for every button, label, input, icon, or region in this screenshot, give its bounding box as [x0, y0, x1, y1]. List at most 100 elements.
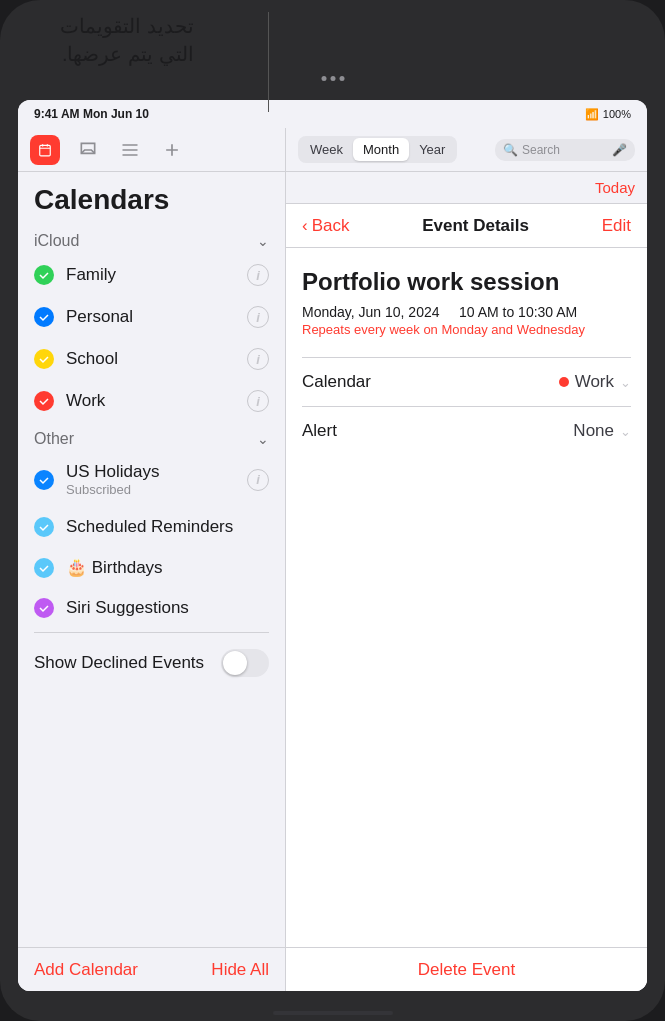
add-calendar-button[interactable]: Add Calendar [34, 960, 138, 980]
calendar-body: Wed 12 Thu 13 Fri 14 [286, 204, 647, 991]
add-icon[interactable] [158, 136, 186, 164]
school-info-btn[interactable]: i [247, 348, 269, 370]
delete-event-button[interactable]: Delete Event [418, 960, 515, 980]
calendar-chevron: ⌄ [620, 375, 631, 390]
calendar-item-us-holidays[interactable]: US Holidays Subscribed i [18, 452, 285, 507]
calendar-item-family[interactable]: Family i [18, 254, 285, 296]
calendar-item-work[interactable]: Work i [18, 380, 285, 422]
siri-name: Siri Suggestions [66, 598, 269, 618]
today-button[interactable]: Today [595, 179, 635, 196]
event-detail-bottom-bar: Delete Event [286, 947, 647, 991]
alert-chevron: ⌄ [620, 424, 631, 439]
tab-week[interactable]: Week [300, 138, 353, 161]
us-holidays-info-btn[interactable]: i [247, 469, 269, 491]
birthdays-dot [34, 558, 54, 578]
svg-rect-0 [40, 145, 51, 156]
calendar-row-label: Calendar [302, 372, 371, 392]
us-holidays-name: US Holidays [66, 462, 247, 482]
us-holidays-dot [34, 470, 54, 490]
mic-icon[interactable]: 🎤 [612, 143, 627, 157]
edit-button[interactable]: Edit [602, 216, 631, 236]
ipad-screen: 9:41 AM Mon Jun 10 📶 100% [18, 100, 647, 991]
school-dot [34, 349, 54, 369]
calendar-value: Work [575, 372, 614, 392]
status-time: 9:41 AM Mon Jun 10 [34, 107, 149, 121]
other-section-header[interactable]: Other ⌄ [18, 422, 285, 452]
inbox-icon[interactable] [74, 136, 102, 164]
event-detail-title: Event Details [422, 216, 529, 236]
other-label: Other [34, 430, 74, 448]
personal-dot [34, 307, 54, 327]
today-bar: Today [286, 172, 647, 204]
calendar-icon-button[interactable] [30, 135, 60, 165]
alert-value: None [573, 421, 614, 441]
personal-info-btn[interactable]: i [247, 306, 269, 328]
icloud-label: iCloud [34, 232, 79, 250]
show-declined-row: Show Declined Events [18, 637, 285, 689]
back-chevron-icon: ‹ [302, 216, 308, 236]
event-repeat: Repeats every week on Monday and Wednesd… [302, 322, 631, 337]
personal-name: Personal [66, 307, 247, 327]
tab-year[interactable]: Year [409, 138, 455, 161]
alert-row-value[interactable]: None ⌄ [573, 421, 631, 441]
school-name: School [66, 349, 247, 369]
back-label: Back [312, 216, 350, 236]
main-area: Calendars iCloud ⌄ Family i [18, 128, 647, 991]
view-tabs: Week Month Year [298, 136, 457, 163]
home-indicator [273, 1011, 393, 1015]
icloud-section-header[interactable]: iCloud ⌄ [18, 224, 285, 254]
event-detail-body: Portfolio work session Monday, Jun 10, 2… [286, 248, 647, 947]
calendar-item-school[interactable]: School i [18, 338, 285, 380]
calendar-toolbar: Week Month Year 🔍 Search 🎤 [286, 128, 647, 172]
work-name: Work [66, 391, 247, 411]
top-dots [321, 76, 344, 81]
calendar-item-reminders[interactable]: Scheduled Reminders [18, 507, 285, 547]
divider [34, 632, 269, 633]
tab-month[interactable]: Month [353, 138, 409, 161]
sidebar-title: Calendars [18, 172, 285, 224]
sidebar-bottom: Add Calendar Hide All [18, 947, 285, 991]
alert-row-label: Alert [302, 421, 337, 441]
ipad-frame: تحديد التقويمات التي يتم عرضها. 9:41 AM … [0, 0, 665, 1021]
search-bar[interactable]: 🔍 Search 🎤 [495, 139, 635, 161]
show-declined-toggle[interactable] [221, 649, 269, 677]
search-placeholder: Search [522, 143, 560, 157]
reminders-dot [34, 517, 54, 537]
family-name: Family [66, 265, 247, 285]
icloud-chevron: ⌄ [257, 233, 269, 249]
annotation-line [268, 12, 269, 112]
siri-dot [34, 598, 54, 618]
battery-icon: 100% [603, 108, 631, 120]
event-detail-panel: ‹ Back Event Details Edit Portfolio work… [286, 204, 647, 991]
sidebar-toolbar [18, 128, 285, 172]
other-chevron: ⌄ [257, 431, 269, 447]
status-right: 📶 100% [585, 108, 631, 121]
work-info-btn[interactable]: i [247, 390, 269, 412]
sidebar: Calendars iCloud ⌄ Family i [18, 128, 286, 991]
calendar-item-siri[interactable]: Siri Suggestions [18, 588, 285, 628]
calendar-detail-row: Calendar Work ⌄ [302, 357, 631, 406]
work-dot [34, 391, 54, 411]
calendar-item-personal[interactable]: Personal i [18, 296, 285, 338]
search-icon: 🔍 [503, 143, 518, 157]
event-detail-nav: ‹ Back Event Details Edit [286, 204, 647, 248]
calendar-row-value[interactable]: Work ⌄ [559, 372, 631, 392]
alert-detail-row: Alert None ⌄ [302, 406, 631, 455]
arabic-annotation: تحديد التقويمات التي يتم عرضها. [60, 12, 194, 68]
birthdays-name: 🎂 Birthdays [66, 557, 269, 578]
status-bar: 9:41 AM Mon Jun 10 📶 100% [18, 100, 647, 128]
event-date-time: Monday, Jun 10, 2024 10 AM to 10:30 AM [302, 304, 631, 320]
calendar-item-birthdays[interactable]: 🎂 Birthdays [18, 547, 285, 588]
hide-all-button[interactable]: Hide All [211, 960, 269, 980]
sidebar-content: Calendars iCloud ⌄ Family i [18, 172, 285, 947]
event-time: 10 AM to 10:30 AM [459, 304, 577, 320]
family-info-btn[interactable]: i [247, 264, 269, 286]
family-dot [34, 265, 54, 285]
work-color-dot [559, 377, 569, 387]
list-icon[interactable] [116, 136, 144, 164]
wifi-icon: 📶 [585, 108, 599, 121]
back-button[interactable]: ‹ Back [302, 216, 349, 236]
event-date: Monday, Jun 10, 2024 [302, 304, 440, 320]
event-name: Portfolio work session [302, 268, 631, 296]
right-area: Week Month Year 🔍 Search 🎤 Today [286, 128, 647, 991]
